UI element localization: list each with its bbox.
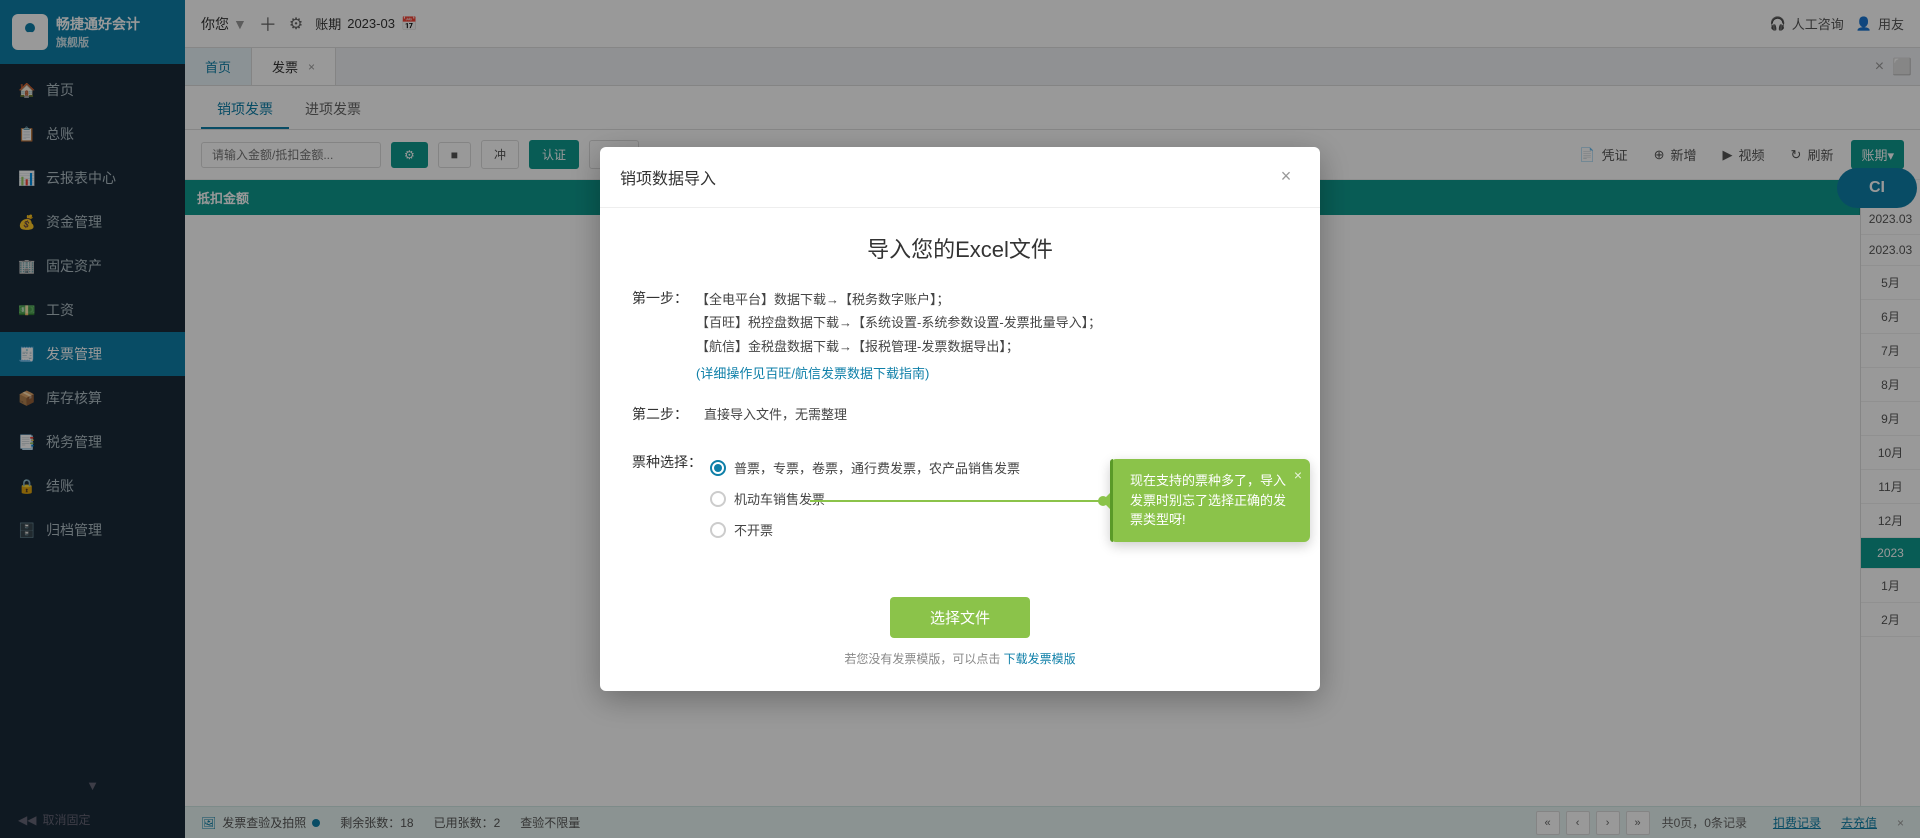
- modal-body: 导入您的Excel文件 第一步： 【全电平台】数据下载→【税务数字账户】； 【百…: [600, 208, 1320, 582]
- step1-label: 第一步：: [632, 288, 688, 378]
- step1-line2: 【百旺】税控盘数据下载→【系统设置-系统参数设置-发票批量导入】；: [696, 311, 1101, 334]
- radio-normal-label: 普票，专票，卷票，通行费发票，农产品销售发票: [734, 458, 1020, 477]
- modal-footer: 选择文件 若您没有发票模版，可以点击 下载发票模版: [600, 581, 1320, 691]
- step1-link[interactable]: (详细操作见百旺/航信发票数据下载指南): [696, 366, 929, 381]
- step1-line3: 【航信】金税盘数据下载→【报税管理-发票数据导出】；: [696, 335, 1101, 358]
- radio-normal[interactable]: 普票，专票，卷票，通行费发票，农产品销售发票: [710, 458, 1020, 477]
- step1-line1: 【全电平台】数据下载→【税务数字账户】；: [696, 288, 1101, 311]
- tooltip-bar: [1110, 459, 1113, 542]
- radio-motor[interactable]: 机动车销售发票 × 现在支持的票种多了，导入发票时别忘了选择正确的发票类型呀!: [710, 489, 1020, 508]
- ticket-select-label: 票种选择：: [632, 452, 702, 472]
- modal-overlay: 销项数据导入 × 导入您的Excel文件 第一步： 【全电平台】数据下载→【税务…: [0, 0, 1920, 838]
- tooltip-text: 现在支持的票种多了，导入发票时别忘了选择正确的发票类型呀!: [1124, 471, 1296, 530]
- tooltip-bubble: × 现在支持的票种多了，导入发票时别忘了选择正确的发票类型呀!: [1110, 459, 1310, 542]
- radio-normal-circle: [710, 460, 726, 476]
- download-hint: 若您没有发票模版，可以点击 下载发票模版: [844, 650, 1075, 667]
- radio-noticket[interactable]: 不开票: [710, 520, 1020, 539]
- modal-close-btn[interactable]: ×: [1272, 163, 1300, 191]
- radio-group: 普票，专票，卷票，通行费发票，农产品销售发票 机动车销售发票 × 现在支持的票种…: [702, 458, 1020, 539]
- radio-noticket-label: 不开票: [734, 520, 773, 539]
- modal-header: 销项数据导入 ×: [600, 147, 1320, 208]
- download-template-link[interactable]: 下载发票模版: [1004, 652, 1076, 666]
- step1-content: 【全电平台】数据下载→【税务数字账户】； 【百旺】税控盘数据下载→【系统设置-系…: [688, 288, 1101, 386]
- step2-label: 第二步：: [632, 404, 688, 424]
- step1: 第一步： 【全电平台】数据下载→【税务数字账户】； 【百旺】税控盘数据下载→【系…: [632, 288, 1288, 386]
- modal-big-title: 导入您的Excel文件: [632, 232, 1288, 264]
- tooltip-connector-line: [810, 500, 1100, 502]
- select-file-btn[interactable]: 选择文件: [890, 597, 1030, 638]
- step2-text: 直接导入文件，无需整理: [688, 403, 847, 426]
- step2: 第二步： 直接导入文件，无需整理: [632, 403, 1288, 432]
- ticket-select-group: 票种选择： 普票，专票，卷票，通行费发票，农产品销售发票 机动车销售发票: [632, 450, 1288, 539]
- tooltip-close-btn[interactable]: ×: [1294, 465, 1302, 486]
- modal-title: 销项数据导入: [620, 165, 716, 189]
- radio-motor-circle: [710, 491, 726, 507]
- import-modal: 销项数据导入 × 导入您的Excel文件 第一步： 【全电平台】数据下载→【税务…: [600, 147, 1320, 692]
- radio-noticket-circle: [710, 522, 726, 538]
